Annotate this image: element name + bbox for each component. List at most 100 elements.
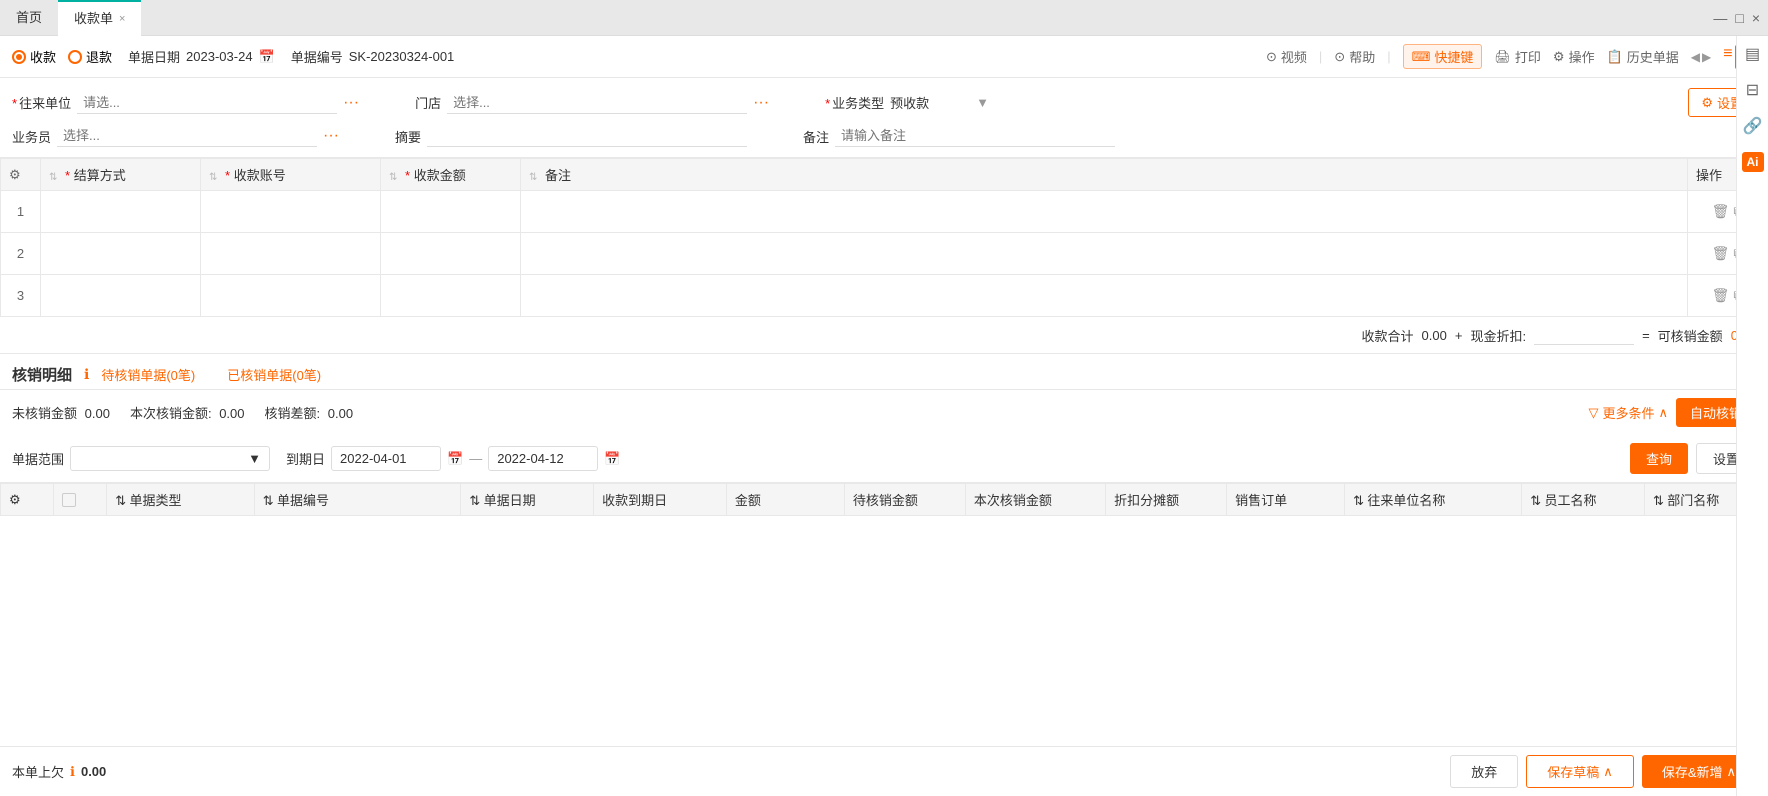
settle-cell-1[interactable] bbox=[41, 191, 201, 233]
th-verify-amt: 本次核销金额 bbox=[965, 484, 1105, 516]
row-num-3: 3 bbox=[1, 275, 41, 317]
delete-row-3-icon[interactable]: 🗑 bbox=[1712, 287, 1730, 304]
th-partner-name: ⇅ 往来单位名称 bbox=[1345, 484, 1522, 516]
tab-bar: 首页 收款单 × — □ × bbox=[0, 0, 1768, 36]
verify-filter: ▽ 更多条件 ∧ 自动核销 bbox=[1588, 398, 1756, 427]
partner-more-icon[interactable]: ··· bbox=[343, 94, 359, 112]
more-conditions-btn[interactable]: ▽ 更多条件 ∧ bbox=[1588, 403, 1668, 422]
sort-bill-type-icon: ⇅ bbox=[115, 493, 126, 508]
staff-more-icon[interactable]: ··· bbox=[323, 127, 339, 145]
calendar-end-icon[interactable]: 📅 bbox=[604, 451, 620, 467]
history-btn[interactable]: 📋 历史单据 bbox=[1607, 47, 1679, 66]
store-input[interactable] bbox=[447, 92, 747, 114]
th-gear-2-icon[interactable]: ⚙ bbox=[9, 492, 21, 507]
account-cell-1[interactable] bbox=[201, 191, 381, 233]
date-end-input[interactable] bbox=[488, 446, 598, 471]
query-button[interactable]: 查询 bbox=[1630, 443, 1688, 474]
date-value: 2023-03-24 bbox=[186, 49, 253, 64]
filter-icon: ▽ bbox=[1588, 405, 1598, 421]
chevron-up-icon: ∧ bbox=[1658, 405, 1668, 421]
verify-pending-tab[interactable]: 待核销单据(0笔) bbox=[101, 365, 195, 384]
right-panel: ▤ ⊟ 🔗 Ai bbox=[1736, 36, 1768, 796]
operate-btn[interactable]: ⚙ 操作 bbox=[1553, 47, 1595, 66]
settle-cell-3[interactable] bbox=[41, 275, 201, 317]
calendar-icon[interactable]: 📅 bbox=[259, 49, 275, 65]
nav-prev-icon[interactable]: ◀ bbox=[1691, 50, 1700, 64]
right-panel-list-icon[interactable]: ⊟ bbox=[1746, 80, 1759, 100]
remark-cell-1[interactable] bbox=[521, 191, 1688, 233]
minimize-icon[interactable]: — bbox=[1713, 10, 1727, 26]
th-remark: ⇅ 备注 bbox=[521, 159, 1688, 191]
summary-input[interactable] bbox=[427, 125, 747, 147]
nav-next-icon[interactable]: ▶ bbox=[1702, 50, 1711, 64]
delete-row-2-icon[interactable]: 🗑 bbox=[1712, 245, 1730, 262]
sort-staff-icon: ⇅ bbox=[1530, 493, 1541, 508]
store-more-icon[interactable]: ··· bbox=[753, 94, 769, 112]
save-new-arrow-icon: ∧ bbox=[1726, 764, 1736, 780]
radio-refund-dot bbox=[68, 50, 82, 64]
date-start-input[interactable] bbox=[331, 446, 441, 471]
bill-range-label: 单据范围 bbox=[12, 449, 64, 468]
close-window-icon[interactable]: × bbox=[1752, 10, 1760, 26]
remark-cell-3[interactable] bbox=[521, 275, 1688, 317]
equals-sign: = bbox=[1642, 328, 1650, 343]
print-btn[interactable]: 🖨 打印 bbox=[1494, 47, 1541, 66]
th-staff-name: ⇅ 员工名称 bbox=[1522, 484, 1645, 516]
video-btn[interactable]: ⊙ 视频 bbox=[1266, 47, 1307, 66]
biz-type-field: 业务类型 预收款 ▼ bbox=[825, 93, 989, 112]
discount-input[interactable] bbox=[1534, 325, 1634, 345]
account-cell-3[interactable] bbox=[201, 275, 381, 317]
save-draft-button[interactable]: 保存草稿 ∧ bbox=[1526, 755, 1634, 788]
bill-range-select[interactable]: ▼ bbox=[70, 446, 270, 471]
verifiable-label: 可核销金额 bbox=[1658, 326, 1723, 345]
settings-icon: ⚙ bbox=[1701, 95, 1713, 111]
staff-input[interactable] bbox=[57, 125, 317, 147]
tab-active-label: 收款单 bbox=[74, 1, 113, 37]
right-panel-table-icon[interactable]: ▤ bbox=[1745, 44, 1760, 64]
table-gear-icon[interactable]: ⚙ bbox=[9, 167, 21, 182]
settle-cell-2[interactable] bbox=[41, 233, 201, 275]
th-select-all bbox=[54, 484, 107, 516]
amount-cell-3[interactable] bbox=[381, 275, 521, 317]
help-btn[interactable]: ⊙ 帮助 bbox=[1334, 47, 1375, 66]
account-cell-2[interactable] bbox=[201, 233, 381, 275]
shortcut-btn[interactable]: ⌨ 快捷键 bbox=[1403, 44, 1483, 69]
save-draft-arrow-icon: ∧ bbox=[1603, 764, 1613, 780]
store-label: 门店 bbox=[415, 93, 441, 112]
list-view-icon[interactable]: ≡ bbox=[1723, 45, 1732, 69]
select-all-checkbox[interactable] bbox=[62, 493, 76, 507]
remark-label: 备注 bbox=[803, 127, 829, 146]
abandon-button[interactable]: 放弃 bbox=[1450, 755, 1518, 788]
radio-receive[interactable]: 收款 bbox=[12, 47, 56, 66]
tab-active[interactable]: 收款单 × bbox=[58, 0, 141, 36]
per-order-info-icon[interactable]: ℹ bbox=[70, 764, 75, 780]
calendar-start-icon[interactable]: 📅 bbox=[447, 451, 463, 467]
due-date-label: 到期日 bbox=[286, 449, 325, 468]
amount-cell-1[interactable] bbox=[381, 191, 521, 233]
biz-type-arrow-icon[interactable]: ▼ bbox=[976, 95, 989, 110]
filter-row: 单据范围 ▼ 到期日 📅 — 📅 查询 设置 bbox=[0, 435, 1768, 483]
verify-info-icon[interactable]: ℹ bbox=[84, 366, 89, 383]
sort-arrows-amount: ⇅ bbox=[389, 172, 397, 183]
amount-cell-2[interactable] bbox=[381, 233, 521, 275]
biz-type-label: 业务类型 bbox=[825, 93, 884, 112]
maximize-icon[interactable]: □ bbox=[1735, 10, 1743, 26]
right-panel-ai-icon[interactable]: Ai bbox=[1742, 152, 1764, 172]
date-separator: — bbox=[469, 451, 482, 466]
row-num-1: 1 bbox=[1, 191, 41, 233]
partner-input[interactable] bbox=[77, 92, 337, 114]
delete-row-1-icon[interactable]: 🗑 bbox=[1712, 203, 1730, 220]
verify-done-tab[interactable]: 已核销单据(0笔) bbox=[227, 365, 321, 384]
th-gear: ⚙ bbox=[1, 159, 41, 191]
remark-field: 备注 bbox=[803, 125, 1115, 147]
tab-home[interactable]: 首页 bbox=[0, 0, 58, 36]
table-section: ⚙ ⇅ * 结算方式 ⇅ * 收款账号 ⇅ * 收款 bbox=[0, 158, 1768, 354]
right-panel-link-icon[interactable]: 🔗 bbox=[1743, 116, 1763, 136]
form-row-1: 往来单位 ··· 门店 ··· 业务类型 预收款 ▼ ⚙ 设置 bbox=[12, 88, 1756, 117]
biz-type-value: 预收款 bbox=[890, 93, 970, 112]
th-checkbox: ⚙ bbox=[1, 484, 54, 516]
remark-input[interactable] bbox=[835, 125, 1115, 147]
remark-cell-2[interactable] bbox=[521, 233, 1688, 275]
tab-close-btn[interactable]: × bbox=[119, 1, 125, 37]
radio-refund[interactable]: 退款 bbox=[68, 47, 112, 66]
